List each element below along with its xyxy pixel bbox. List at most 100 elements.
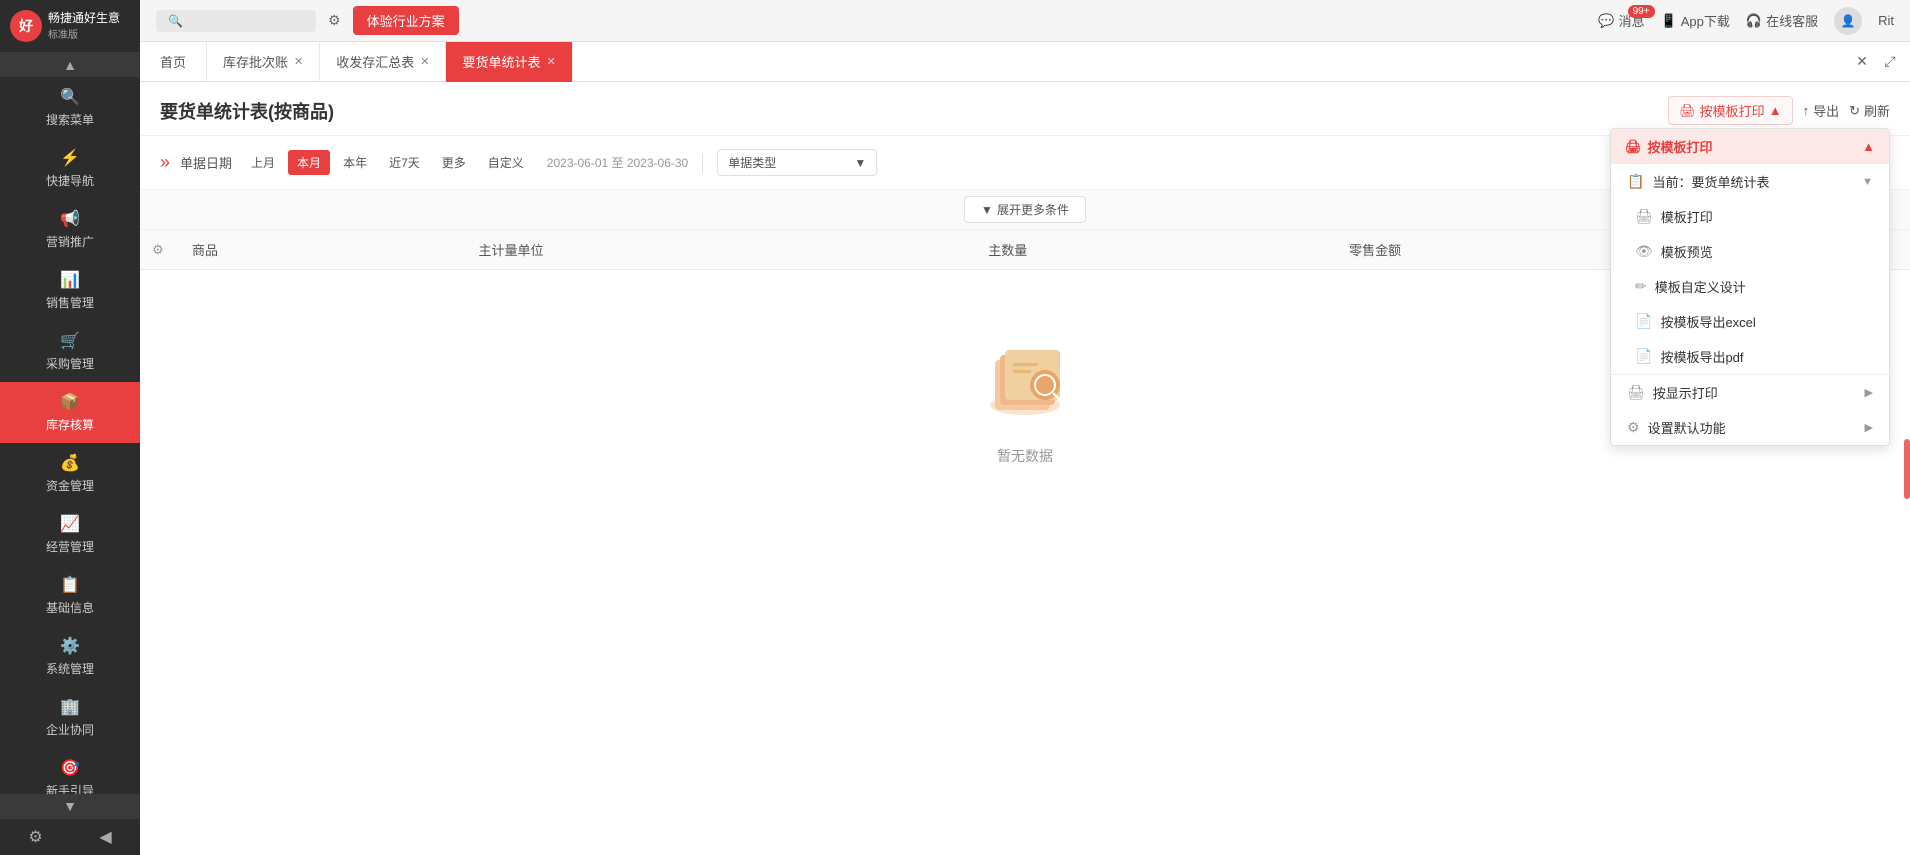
sidebar-item-purchase[interactable]: 🛒 采购管理 xyxy=(0,321,140,382)
dropdown-current-label: 当前：要货单统计表 xyxy=(1652,172,1769,191)
tab-order-stats-close[interactable]: ✕ xyxy=(547,55,556,68)
table-col-settings: ⚙ xyxy=(140,230,180,270)
template-print-button[interactable]: 🖨 按模板打印 ▲ xyxy=(1668,96,1792,125)
sidebar-item-search[interactable]: 🔍 搜索菜单 xyxy=(0,77,140,138)
dropdown-current-item[interactable]: 📋 当前：要货单统计表 ▼ xyxy=(1611,164,1889,199)
sidebar-item-inventory[interactable]: 📦 库存核算 xyxy=(0,382,140,443)
right-scroll-indicator[interactable] xyxy=(1904,439,1910,499)
table-settings-icon[interactable]: ⚙ xyxy=(152,242,164,257)
avatar[interactable]: 👤 xyxy=(1834,7,1862,35)
search-icon: 🔍 xyxy=(60,87,80,107)
expand-more-label: 展开更多条件 xyxy=(997,201,1069,218)
settings-icon[interactable]: ⚙ xyxy=(28,827,42,847)
gear-icon[interactable]: ⚙ xyxy=(328,12,341,29)
topbar-search[interactable]: 🔍 xyxy=(156,10,316,32)
tab-home[interactable]: 首页 xyxy=(140,42,207,82)
sound-icon[interactable]: ◀ xyxy=(99,827,111,847)
page-header: 要货单统计表(按商品) 🖨 按模板打印 ▲ ↑ 导出 ↻ 刷新 xyxy=(140,82,1910,136)
sidebar-item-sales[interactable]: 📊 销售管理 xyxy=(0,260,140,321)
tab-maximize[interactable]: ⤢ xyxy=(1878,50,1902,74)
tab-inventory-batch[interactable]: 库存批次账 ✕ xyxy=(207,42,320,82)
tab-order-stats-label: 要货单统计表 xyxy=(462,52,540,71)
logo-text-container: 畅捷通好生意 标准版 xyxy=(48,11,120,42)
dropdown-set-default-item[interactable]: ⚙ 设置默认功能 ▶ xyxy=(1611,410,1889,445)
page-content: 要货单统计表(按商品) 🖨 按模板打印 ▲ ↑ 导出 ↻ 刷新 xyxy=(140,82,1910,855)
export-icon: ↑ xyxy=(1803,103,1810,118)
date-btn-this-month[interactable]: 本月 xyxy=(288,150,330,175)
sidebar-item-label-sales: 销售管理 xyxy=(46,294,94,311)
dropdown-set-default-left: ⚙ 设置默认功能 xyxy=(1627,418,1726,437)
online-service-button[interactable]: 🎧 在线客服 xyxy=(1746,11,1818,30)
finance-icon: 💰 xyxy=(60,453,80,473)
date-btn-last-month[interactable]: 上月 xyxy=(242,150,284,175)
export-label: 导出 xyxy=(1813,101,1839,120)
date-btn-custom[interactable]: 自定义 xyxy=(479,150,533,175)
filter-expand-button[interactable]: » xyxy=(160,152,170,173)
date-btn-7days[interactable]: 近7天 xyxy=(380,150,429,175)
expand-more-button[interactable]: ▼ 展开更多条件 xyxy=(964,196,1086,223)
sidebar-item-label-marketing: 营销推广 xyxy=(46,233,94,250)
bill-type-label: 单据类型 xyxy=(728,154,776,171)
sidebar-scroll-up[interactable]: ▲ xyxy=(0,53,140,77)
sidebar-item-marketing[interactable]: 📢 营销推广 xyxy=(0,199,140,260)
date-filter-label: 单据日期 xyxy=(180,153,232,172)
dropdown-display-print-item[interactable]: 🖨 按显示打印 ▶ xyxy=(1611,375,1889,410)
sidebar-item-label-finance: 资金管理 xyxy=(46,477,94,494)
sidebar-item-basic[interactable]: 📋 基础信息 xyxy=(0,565,140,626)
dropdown-export-pdf-item[interactable]: 📄 按模板导出pdf xyxy=(1611,339,1889,374)
system-icon: ⚙️ xyxy=(60,636,80,656)
dropdown-template-print-item[interactable]: 🖨 模板打印 xyxy=(1611,199,1889,234)
tab-receivables-close[interactable]: ✕ xyxy=(420,55,429,68)
sidebar-scroll-down[interactable]: ▼ xyxy=(0,794,140,818)
tab-inventory-batch-label: 库存批次账 xyxy=(223,52,288,71)
date-buttons: 上月 本月 本年 近7天 更多 自定义 xyxy=(242,150,533,175)
refresh-button[interactable]: ↻ 刷新 xyxy=(1849,101,1890,120)
sidebar-logo: 好 畅捷通好生意 标准版 xyxy=(0,0,140,53)
sidebar-item-guide[interactable]: 🎯 新手引导 xyxy=(0,748,140,794)
dropdown-template-preview-icon: 👁 xyxy=(1635,243,1653,260)
tab-order-stats[interactable]: 要货单统计表 ✕ xyxy=(446,42,572,82)
service-label: 在线客服 xyxy=(1766,11,1818,30)
dropdown-template-design-item[interactable]: ✏ 模板自定义设计 xyxy=(1611,269,1889,304)
dropdown-template-print-label: 模板打印 xyxy=(1661,207,1713,226)
messages-button[interactable]: 💬 消息 99+ xyxy=(1598,11,1644,30)
dropdown-template-design-label: 模板自定义设计 xyxy=(1655,277,1746,296)
date-btn-this-year[interactable]: 本年 xyxy=(334,150,376,175)
dropdown-display-print-left: 🖨 按显示打印 xyxy=(1627,383,1718,402)
date-btn-more[interactable]: 更多 xyxy=(433,150,475,175)
tab-close-window[interactable]: ✕ xyxy=(1850,50,1874,74)
sidebar-item-operations[interactable]: 📈 经营管理 xyxy=(0,504,140,565)
sidebar-item-system[interactable]: ⚙️ 系统管理 xyxy=(0,626,140,687)
dropdown-header: 🖨 按模板打印 ▲ xyxy=(1611,129,1889,164)
sidebar-nav: 🔍 搜索菜单⚡ 快捷导航📢 营销推广📊 销售管理🛒 采购管理📦 库存核算💰 资金… xyxy=(0,77,140,794)
sidebar-item-label-search: 搜索菜单 xyxy=(46,111,94,128)
sidebar-item-enterprise[interactable]: 🏢 企业协同 xyxy=(0,687,140,748)
dropdown-set-default-arrow: ▶ xyxy=(1865,421,1873,434)
dropdown-export-excel-item[interactable]: 📄 按模板导出excel xyxy=(1611,304,1889,339)
sidebar-item-quick-nav[interactable]: ⚡ 快捷导航 xyxy=(0,138,140,199)
export-button[interactable]: ↑ 导出 xyxy=(1803,101,1840,120)
tab-receivables[interactable]: 收发存汇总表 ✕ xyxy=(320,42,446,82)
bill-type-select[interactable]: 单据类型 ▼ xyxy=(717,149,877,176)
logo-badge: 标准版 xyxy=(48,26,120,41)
dropdown-current-icon: 📋 xyxy=(1627,173,1644,190)
page-actions: 🖨 按模板打印 ▲ ↑ 导出 ↻ 刷新 🖨 xyxy=(1668,96,1890,125)
sidebar-item-finance[interactable]: 💰 资金管理 xyxy=(0,443,140,504)
sidebar-item-label-quick-nav: 快捷导航 xyxy=(46,172,94,189)
dropdown-template-preview-item[interactable]: 👁 模板预览 xyxy=(1611,234,1889,269)
app-download-button[interactable]: 📱 App下载 xyxy=(1661,11,1730,30)
enterprise-icon: 🏢 xyxy=(60,697,80,717)
dropdown-header-left: 🖨 按模板打印 xyxy=(1625,137,1713,156)
trial-button[interactable]: 体验行业方案 xyxy=(353,6,459,35)
sidebar: 好 畅捷通好生意 标准版 ▲ 🔍 搜索菜单⚡ 快捷导航📢 营销推广📊 销售管理🛒… xyxy=(0,0,140,855)
template-print-label: 按模板打印 xyxy=(1700,101,1765,120)
tab-home-label: 首页 xyxy=(160,52,186,71)
bill-type-arrow: ▼ xyxy=(854,156,866,170)
app-download-label: App下载 xyxy=(1681,11,1730,30)
search-icon: 🔍 xyxy=(168,14,183,28)
tab-inventory-batch-close[interactable]: ✕ xyxy=(294,55,303,68)
dropdown-display-print-icon: 🖨 xyxy=(1627,384,1645,401)
dropdown-close-icon[interactable]: ▲ xyxy=(1862,139,1875,154)
dropdown-set-default-label: 设置默认功能 xyxy=(1648,418,1726,437)
empty-icon xyxy=(975,330,1075,430)
